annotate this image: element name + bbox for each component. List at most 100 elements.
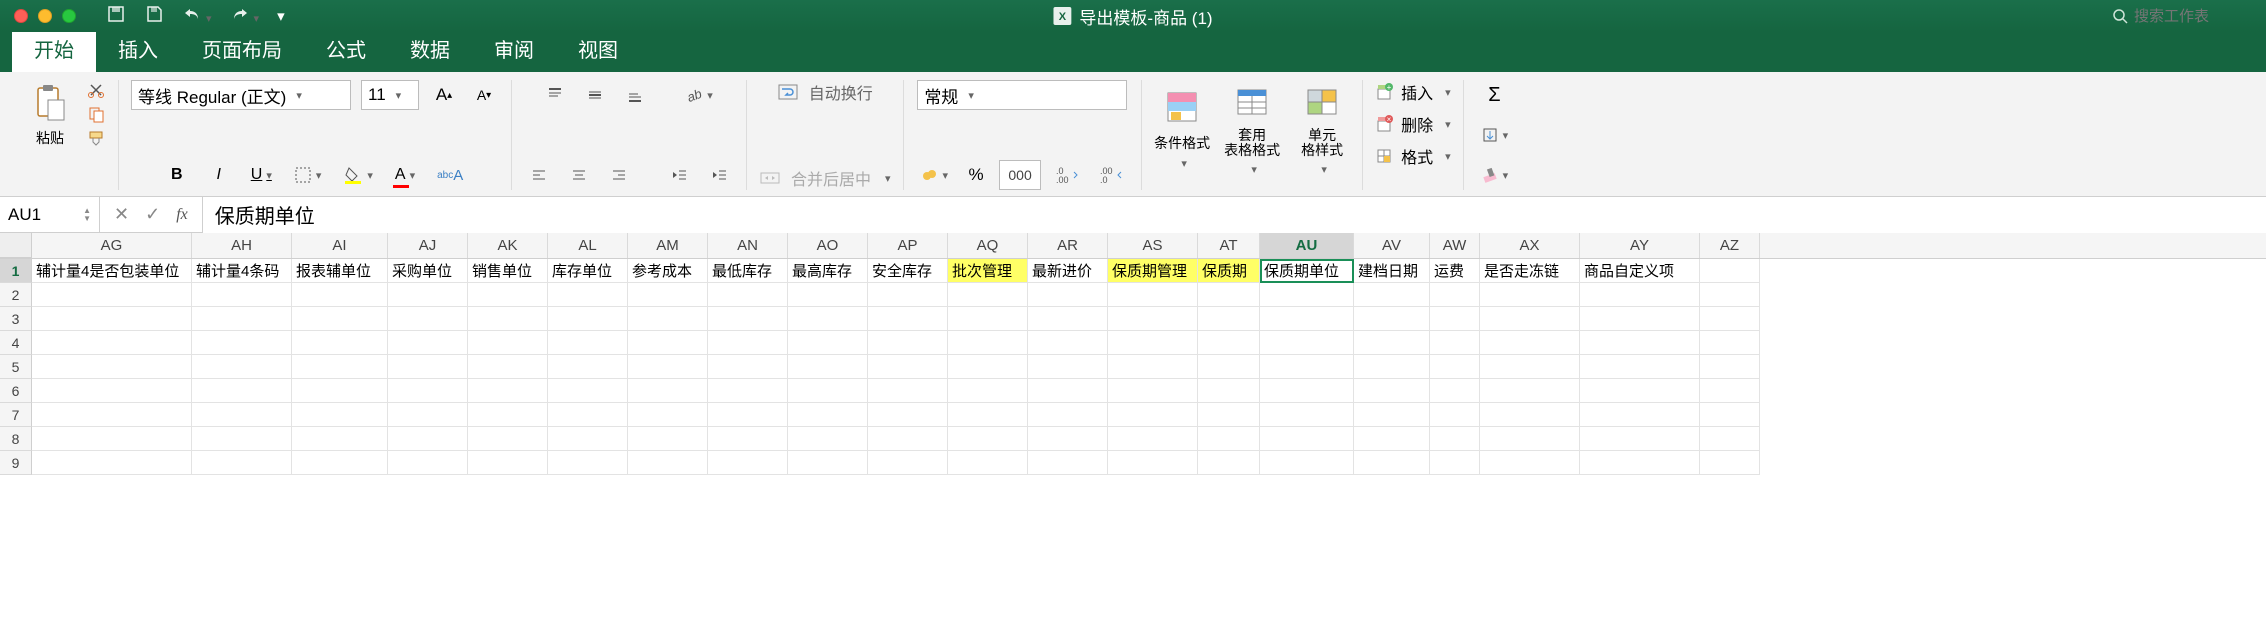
- cell-AI9[interactable]: [292, 451, 388, 475]
- increase-indent-button[interactable]: [704, 160, 734, 190]
- column-header-AQ[interactable]: AQ: [948, 233, 1028, 258]
- cell-AU3[interactable]: [1260, 307, 1354, 331]
- column-header-AV[interactable]: AV: [1354, 233, 1430, 258]
- cell-AG3[interactable]: [32, 307, 192, 331]
- cell-AY4[interactable]: [1580, 331, 1700, 355]
- column-header-AO[interactable]: AO: [788, 233, 868, 258]
- cell-AH5[interactable]: [192, 355, 292, 379]
- cell-AI8[interactable]: [292, 427, 388, 451]
- autosum-button[interactable]: Σ: [1476, 80, 1514, 110]
- cell-AT2[interactable]: [1198, 283, 1260, 307]
- cell-AG2[interactable]: [32, 283, 192, 307]
- cell-AU7[interactable]: [1260, 403, 1354, 427]
- cell-AN4[interactable]: [708, 331, 788, 355]
- cell-AW2[interactable]: [1430, 283, 1480, 307]
- cell-AI3[interactable]: [292, 307, 388, 331]
- cell-AZ5[interactable]: [1700, 355, 1760, 379]
- name-box[interactable]: AU1 ▲▼: [0, 197, 100, 233]
- column-header-AS[interactable]: AS: [1108, 233, 1198, 258]
- cell-AO4[interactable]: [788, 331, 868, 355]
- cell-AT6[interactable]: [1198, 379, 1260, 403]
- zoom-window-button[interactable]: [62, 9, 76, 23]
- cell-AO5[interactable]: [788, 355, 868, 379]
- cell-AJ7[interactable]: [388, 403, 468, 427]
- column-header-AN[interactable]: AN: [708, 233, 788, 258]
- cell-AY6[interactable]: [1580, 379, 1700, 403]
- cell-AK2[interactable]: [468, 283, 548, 307]
- cell-AH8[interactable]: [192, 427, 292, 451]
- column-header-AR[interactable]: AR: [1028, 233, 1108, 258]
- cell-AM7[interactable]: [628, 403, 708, 427]
- cancel-formula-icon[interactable]: ✕: [114, 204, 129, 225]
- cell-AG9[interactable]: [32, 451, 192, 475]
- insert-cells-button[interactable]: +插入: [1375, 80, 1451, 104]
- cell-AJ5[interactable]: [388, 355, 468, 379]
- cell-AT8[interactable]: [1198, 427, 1260, 451]
- cell-AJ9[interactable]: [388, 451, 468, 475]
- cell-AZ8[interactable]: [1700, 427, 1760, 451]
- select-all-corner[interactable]: [0, 233, 32, 258]
- cell-AH6[interactable]: [192, 379, 292, 403]
- cell-AJ4[interactable]: [388, 331, 468, 355]
- format-cells-button[interactable]: 格式: [1375, 144, 1451, 168]
- row-header-4[interactable]: 4: [0, 331, 32, 355]
- cell-AS7[interactable]: [1108, 403, 1198, 427]
- cell-AV8[interactable]: [1354, 427, 1430, 451]
- tab-page-layout[interactable]: 页面布局: [180, 26, 304, 72]
- cell-AQ5[interactable]: [948, 355, 1028, 379]
- autosave-icon[interactable]: [106, 4, 126, 28]
- cell-AN9[interactable]: [708, 451, 788, 475]
- cell-AN1[interactable]: 最低库存: [708, 259, 788, 283]
- cell-AO3[interactable]: [788, 307, 868, 331]
- cell-AQ8[interactable]: [948, 427, 1028, 451]
- cell-AP2[interactable]: [868, 283, 948, 307]
- cell-AL8[interactable]: [548, 427, 628, 451]
- row-header-5[interactable]: 5: [0, 355, 32, 379]
- cell-AV6[interactable]: [1354, 379, 1430, 403]
- cell-AY3[interactable]: [1580, 307, 1700, 331]
- cell-AI2[interactable]: [292, 283, 388, 307]
- orientation-button[interactable]: ab: [680, 80, 718, 110]
- cell-AV4[interactable]: [1354, 331, 1430, 355]
- cell-AZ3[interactable]: [1700, 307, 1760, 331]
- increase-decimal-button[interactable]: .0.00: [1049, 160, 1085, 190]
- wrap-text-button[interactable]: 自动换行: [777, 80, 873, 104]
- cell-AU2[interactable]: [1260, 283, 1354, 307]
- cell-AO9[interactable]: [788, 451, 868, 475]
- column-header-AJ[interactable]: AJ: [388, 233, 468, 258]
- cell-AS2[interactable]: [1108, 283, 1198, 307]
- cell-AN3[interactable]: [708, 307, 788, 331]
- cell-AK9[interactable]: [468, 451, 548, 475]
- cell-AO2[interactable]: [788, 283, 868, 307]
- italic-button[interactable]: I: [204, 160, 234, 190]
- cells-area[interactable]: 辅计量4是否包装单位辅计量4条码报表辅单位采购单位销售单位库存单位参考成本最低库…: [32, 259, 2266, 475]
- merge-center-button[interactable]: 合并后居中: [759, 166, 891, 190]
- row-header-3[interactable]: 3: [0, 307, 32, 331]
- conditional-formatting-button[interactable]: 条件格式: [1154, 85, 1210, 170]
- cell-AJ2[interactable]: [388, 283, 468, 307]
- cell-AU4[interactable]: [1260, 331, 1354, 355]
- cell-AZ9[interactable]: [1700, 451, 1760, 475]
- cell-AV5[interactable]: [1354, 355, 1430, 379]
- cell-AN6[interactable]: [708, 379, 788, 403]
- cell-AS6[interactable]: [1108, 379, 1198, 403]
- cell-AP4[interactable]: [868, 331, 948, 355]
- column-header-AL[interactable]: AL: [548, 233, 628, 258]
- cell-AI7[interactable]: [292, 403, 388, 427]
- minimize-window-button[interactable]: [38, 9, 52, 23]
- cell-AJ8[interactable]: [388, 427, 468, 451]
- cell-AU5[interactable]: [1260, 355, 1354, 379]
- cell-AL5[interactable]: [548, 355, 628, 379]
- cell-AU9[interactable]: [1260, 451, 1354, 475]
- cell-AP6[interactable]: [868, 379, 948, 403]
- column-header-AK[interactable]: AK: [468, 233, 548, 258]
- column-header-AI[interactable]: AI: [292, 233, 388, 258]
- qat-customize-icon[interactable]: ▾: [277, 7, 285, 25]
- cell-AM3[interactable]: [628, 307, 708, 331]
- fx-icon[interactable]: fx: [176, 206, 188, 224]
- column-header-AZ[interactable]: AZ: [1700, 233, 1760, 258]
- cell-AX9[interactable]: [1480, 451, 1580, 475]
- format-painter-button[interactable]: [86, 129, 106, 147]
- cell-AP8[interactable]: [868, 427, 948, 451]
- cell-AR9[interactable]: [1028, 451, 1108, 475]
